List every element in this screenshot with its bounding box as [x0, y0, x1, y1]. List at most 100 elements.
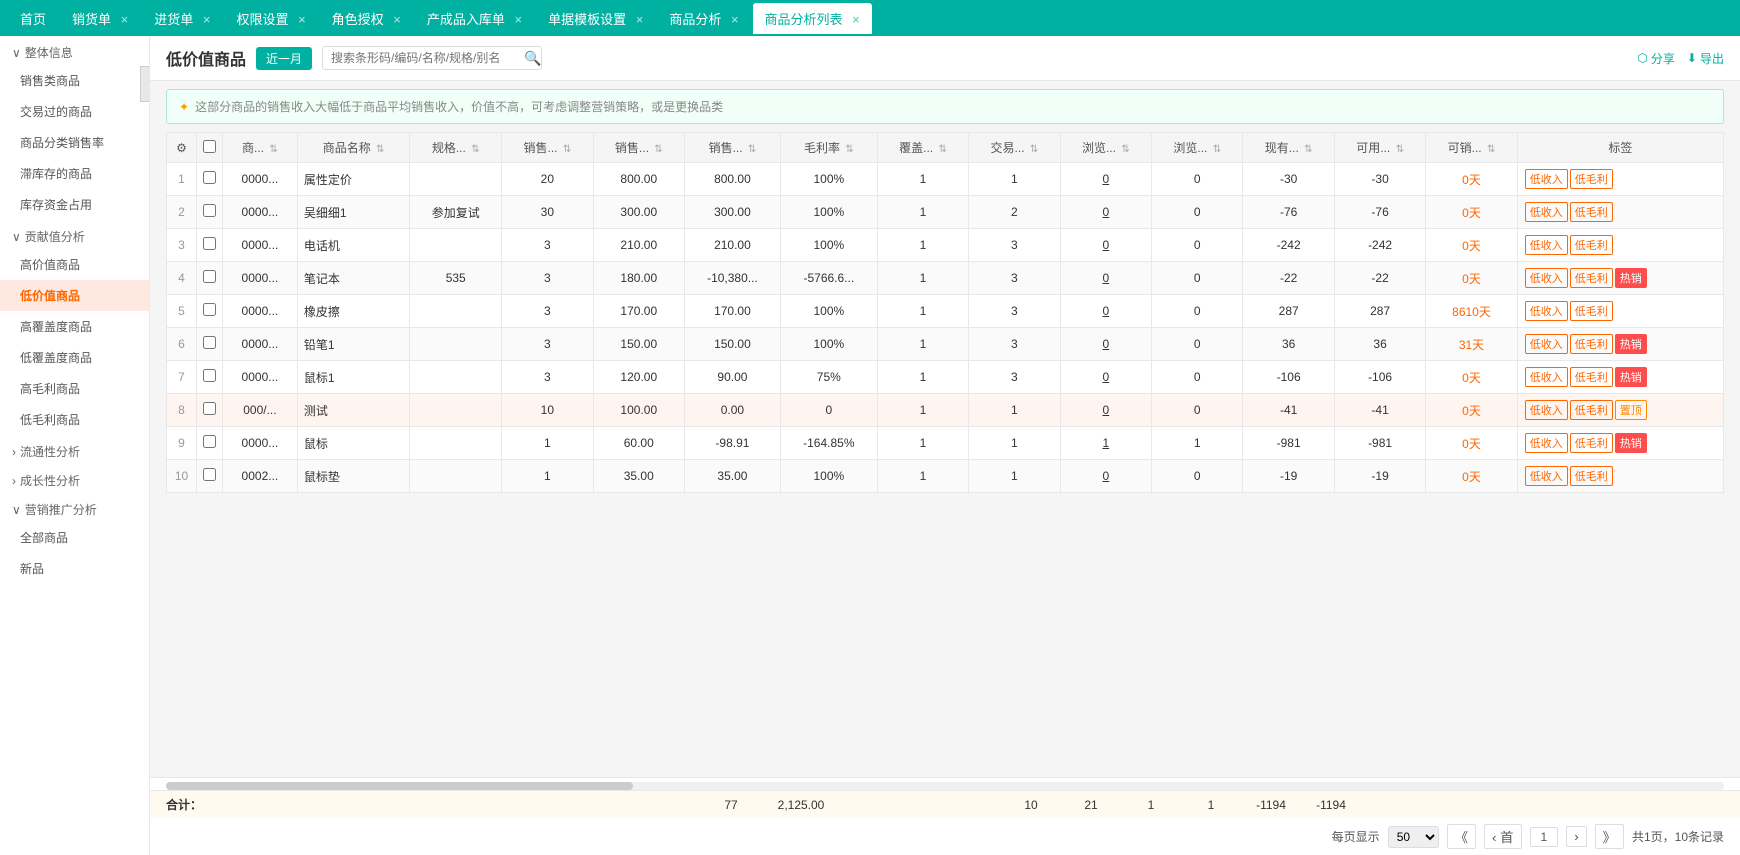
col-code[interactable]: 商... ⇅ [223, 133, 298, 163]
row-checkbox-cell [197, 394, 223, 427]
row-checkbox[interactable] [203, 171, 216, 184]
next-page-button[interactable]: › [1566, 826, 1586, 847]
col-transactions[interactable]: 交易... ⇅ [969, 133, 1060, 163]
filter-recent-month-button[interactable]: 近一月 [256, 47, 312, 70]
select-all-checkbox[interactable] [203, 140, 216, 153]
nav-template[interactable]: 单据模板设置 × [536, 3, 655, 34]
tag-label: 低收入 [1525, 433, 1568, 453]
nav-role[interactable]: 角色授权 × [320, 3, 413, 34]
col-coverage[interactable]: 覆盖... ⇅ [877, 133, 968, 163]
col-settings[interactable]: ⚙ [167, 133, 197, 163]
nav-sales[interactable]: 销货单 × [60, 3, 140, 34]
col-views1[interactable]: 浏览... ⇅ [1060, 133, 1151, 163]
col-sales-profit[interactable]: 销售... ⇅ [684, 133, 780, 163]
views1-link[interactable]: 0 [1102, 370, 1109, 384]
views1-link[interactable]: 0 [1102, 469, 1109, 483]
col-current-stock[interactable]: 现有... ⇅ [1243, 133, 1334, 163]
views1-link[interactable]: 0 [1102, 271, 1109, 285]
row-transactions: 1 [969, 394, 1060, 427]
col-tags[interactable]: 标签 [1517, 133, 1723, 163]
sidebar-item-low-profit[interactable]: 低毛利商品 [0, 404, 149, 435]
sidebar-item-high-coverage[interactable]: 高覆盖度商品 [0, 311, 149, 342]
scrollbar-track[interactable] [166, 782, 1724, 790]
nav-permission[interactable]: 权限设置 × [224, 3, 317, 34]
tag-label: 低收入 [1525, 334, 1568, 354]
sidebar-group-growth[interactable]: › 成长性分析 [0, 464, 149, 493]
row-checkbox[interactable] [203, 303, 216, 316]
row-sales-profit: 150.00 [684, 328, 780, 361]
views1-link[interactable]: 0 [1102, 172, 1109, 186]
share-button[interactable]: ⬡ 分享 [1637, 50, 1675, 67]
export-button[interactable]: ⬇ 导出 [1687, 50, 1724, 67]
per-page-select[interactable]: 50 100 200 [1388, 826, 1439, 848]
col-name[interactable]: 商品名称 ⇅ [297, 133, 409, 163]
col-checkbox[interactable] [197, 133, 223, 163]
nav-purchase[interactable]: 进货单 × [142, 3, 222, 34]
col-sales-qty[interactable]: 销售... ⇅ [502, 133, 593, 163]
sidebar-group-overall[interactable]: ∨ 整体信息 [0, 36, 149, 65]
scrollbar-thumb[interactable] [166, 782, 633, 790]
row-coverage: 1 [877, 229, 968, 262]
row-checkbox[interactable] [203, 204, 216, 217]
views1-link[interactable]: 0 [1102, 304, 1109, 318]
first-page-button[interactable]: 《 [1447, 824, 1476, 849]
row-views1: 1 [1060, 427, 1151, 460]
nav-product-analysis[interactable]: 商品分析 × [657, 3, 750, 34]
row-sales-qty: 3 [502, 262, 593, 295]
arrow-right-icon: › [12, 445, 16, 459]
sidebar-item-stock-stagnant[interactable]: 滞库存的商品 [0, 158, 149, 189]
sidebar-item-all-goods[interactable]: 全部商品 [0, 522, 149, 553]
row-checkbox[interactable] [203, 369, 216, 382]
col-sellable[interactable]: 可销... ⇅ [1426, 133, 1517, 163]
sidebar-item-low-value[interactable]: 低价值商品 [0, 280, 149, 311]
col-gross-margin[interactable]: 毛利率 ⇅ [780, 133, 877, 163]
table-container: ⚙ 商... ⇅ 商品名称 ⇅ 规格... ⇅ 销售... ⇅ 销售... ⇅ … [150, 132, 1740, 777]
sidebar-group-marketing[interactable]: ∨ 营销推广分析 [0, 493, 149, 522]
sidebar-item-sales-goods[interactable]: 销售类商品 [0, 65, 149, 96]
row-checkbox[interactable] [203, 468, 216, 481]
row-current-stock: -41 [1243, 394, 1334, 427]
row-checkbox[interactable] [203, 270, 216, 283]
pagination: 每页显示 50 100 200 《 ‹ 首 1 › 》 共1页，10条记录 [150, 818, 1740, 855]
row-checkbox[interactable] [203, 435, 216, 448]
sidebar-item-stock-fund[interactable]: 库存资金占用 [0, 189, 149, 220]
row-num: 3 [167, 229, 197, 262]
sidebar-group-circulation[interactable]: › 流通性分析 [0, 435, 149, 464]
views1-link[interactable]: 0 [1102, 238, 1109, 252]
sidebar-group-contribution[interactable]: ∨ 贡献值分析 [0, 220, 149, 249]
row-checkbox[interactable] [203, 336, 216, 349]
col-views2[interactable]: 浏览... ⇅ [1152, 133, 1243, 163]
views1-link[interactable]: 1 [1102, 436, 1109, 450]
views1-link[interactable]: 0 [1102, 337, 1109, 351]
sidebar-collapse-btn[interactable]: 《 [140, 66, 150, 102]
sidebar-item-high-value[interactable]: 高价值商品 [0, 249, 149, 280]
total-current-stock: -1194 [1241, 798, 1301, 812]
sidebar-item-low-coverage[interactable]: 低覆盖度商品 [0, 342, 149, 373]
nav-home[interactable]: 首页 [8, 3, 58, 34]
nav-warehouse[interactable]: 产成品入库单 × [415, 3, 534, 34]
sidebar-item-new-goods[interactable]: 新品 [0, 553, 149, 584]
row-code: 0000... [223, 295, 298, 328]
col-sales-amount[interactable]: 销售... ⇅ [593, 133, 684, 163]
sidebar-item-category-rate[interactable]: 商品分类销售率 [0, 127, 149, 158]
tag-label: 低毛利 [1570, 202, 1613, 222]
sidebar-item-high-profit[interactable]: 高毛利商品 [0, 373, 149, 404]
nav-product-analysis-list[interactable]: 商品分析列表 × [753, 3, 872, 34]
search-icon[interactable]: 🔍 [524, 50, 541, 67]
row-checkbox[interactable] [203, 402, 216, 415]
views1-link[interactable]: 0 [1102, 403, 1109, 417]
row-name: 鼠标1 [297, 361, 409, 394]
col-available-stock[interactable]: 可用... ⇅ [1334, 133, 1425, 163]
row-days: 0天 [1426, 196, 1517, 229]
col-spec[interactable]: 规格... ⇅ [410, 133, 502, 163]
views1-link[interactable]: 0 [1102, 205, 1109, 219]
last-page-button[interactable]: 》 [1595, 824, 1624, 849]
search-input[interactable] [322, 46, 542, 70]
row-transactions: 3 [969, 262, 1060, 295]
total-pages-label: 共1页，10条记录 [1632, 828, 1724, 845]
prev-page-button[interactable]: ‹ 首 [1484, 824, 1521, 849]
star-icon: ✦ [179, 100, 189, 114]
row-checkbox[interactable] [203, 237, 216, 250]
row-coverage: 1 [877, 361, 968, 394]
sidebar-item-traded-goods[interactable]: 交易过的商品 [0, 96, 149, 127]
